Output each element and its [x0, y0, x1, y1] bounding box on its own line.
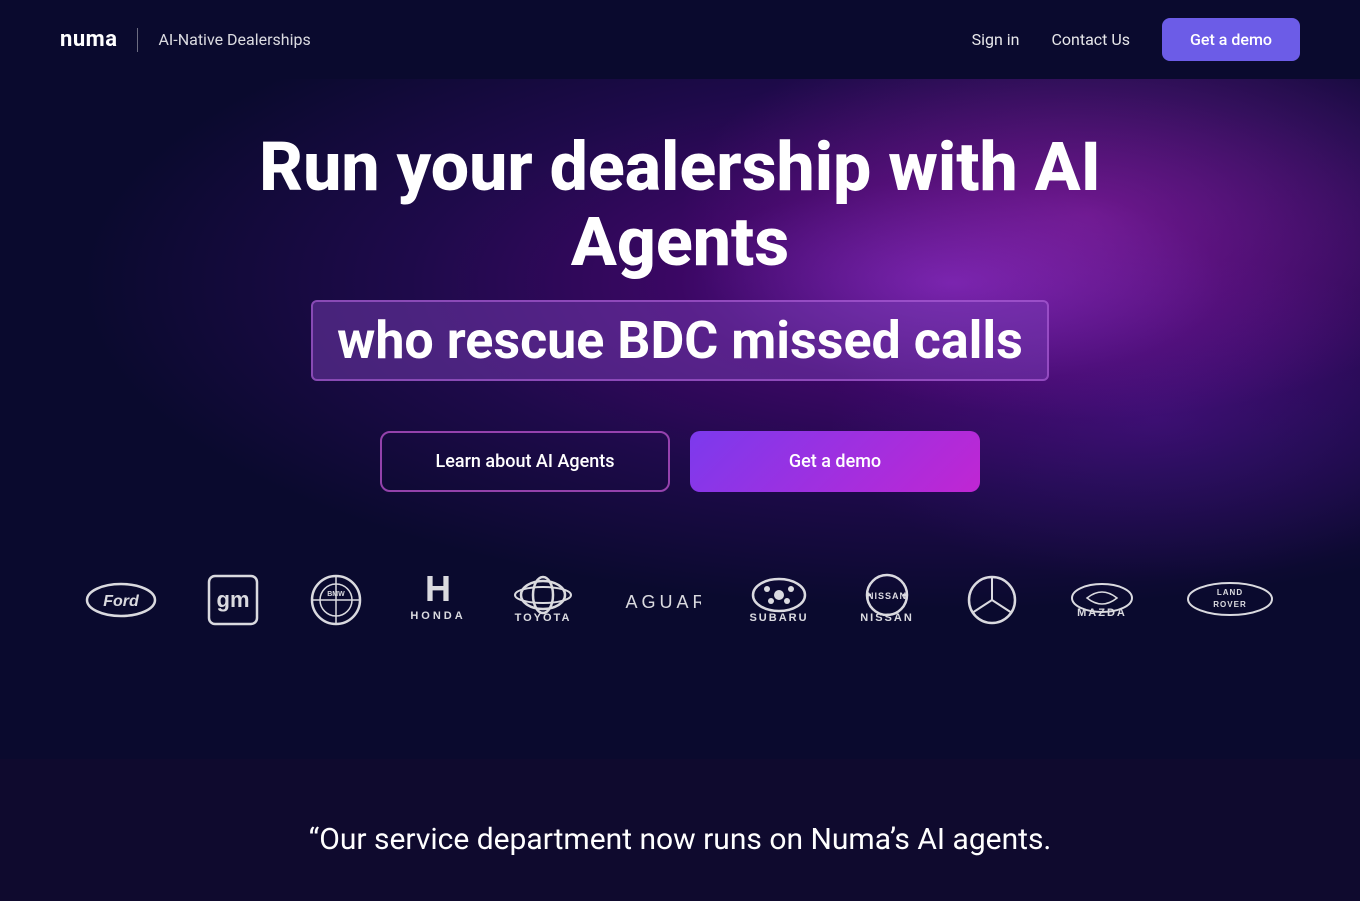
hero-section: Run your dealership with AI Agents who r…	[0, 79, 1360, 759]
bottom-section: “Our service department now runs on Numa…	[0, 759, 1360, 901]
svg-text:H: H	[425, 573, 451, 609]
hero-subtitle: who rescue BDC missed calls	[311, 300, 1049, 381]
gm-logo: gm	[205, 572, 261, 628]
toyota-logo: TOYOTA	[513, 573, 573, 627]
bmw-logo: BMW	[309, 573, 363, 627]
svg-text:NISSAN: NISSAN	[867, 591, 907, 601]
logo-tagline: AI-Native Dealerships	[158, 30, 310, 49]
logo-area: numa AI-Native Dealerships	[60, 27, 311, 52]
landrover-logo: LAND ROVER	[1185, 579, 1275, 621]
nav-right: Sign in Contact Us Get a demo	[972, 18, 1300, 61]
get-demo-hero-button[interactable]: Get a demo	[690, 431, 980, 492]
logo-text: numa	[60, 27, 117, 52]
mercedes-logo	[965, 573, 1019, 627]
sign-in-button[interactable]: Sign in	[972, 30, 1020, 49]
honda-logo: H HONDA	[411, 573, 465, 627]
ford-logo: Ford	[85, 580, 157, 620]
svg-text:SUBARU: SUBARU	[749, 612, 808, 624]
brand-logos-strip: Ford gm BMW H HONDA	[85, 572, 1275, 628]
logo-divider	[137, 28, 138, 52]
svg-text:BMW: BMW	[327, 591, 345, 598]
hero-buttons: Learn about AI Agents Get a demo	[380, 431, 980, 492]
svg-text:gm: gm	[217, 587, 250, 612]
nissan-logo: NISSAN NISSAN	[857, 573, 917, 627]
get-demo-header-button[interactable]: Get a demo	[1162, 18, 1300, 61]
svg-text:ROVER: ROVER	[1213, 600, 1246, 609]
svg-text:NISSAN: NISSAN	[860, 612, 914, 624]
subaru-logo: SUBARU	[749, 573, 809, 627]
contact-us-button[interactable]: Contact Us	[1051, 30, 1130, 49]
header: numa AI-Native Dealerships Sign in Conta…	[0, 0, 1360, 79]
svg-text:HONDA: HONDA	[411, 610, 465, 622]
svg-text:LAND: LAND	[1217, 588, 1243, 597]
svg-text:TOYOTA: TOYOTA	[515, 612, 572, 624]
mazda-logo: MAZDA	[1067, 580, 1137, 620]
svg-text:MAZDA: MAZDA	[1077, 607, 1127, 619]
jaguar-logo: JAGUAR	[621, 584, 701, 616]
svg-text:Ford: Ford	[103, 593, 140, 610]
learn-ai-agents-button[interactable]: Learn about AI Agents	[380, 431, 670, 492]
hero-subtitle-wrapper: who rescue BDC missed calls	[311, 300, 1049, 381]
bottom-quote: “Our service department now runs on Numa…	[60, 819, 1300, 861]
svg-text:JAGUAR: JAGUAR	[621, 592, 701, 612]
hero-title: Run your dealership with AI Agents	[230, 130, 1130, 280]
